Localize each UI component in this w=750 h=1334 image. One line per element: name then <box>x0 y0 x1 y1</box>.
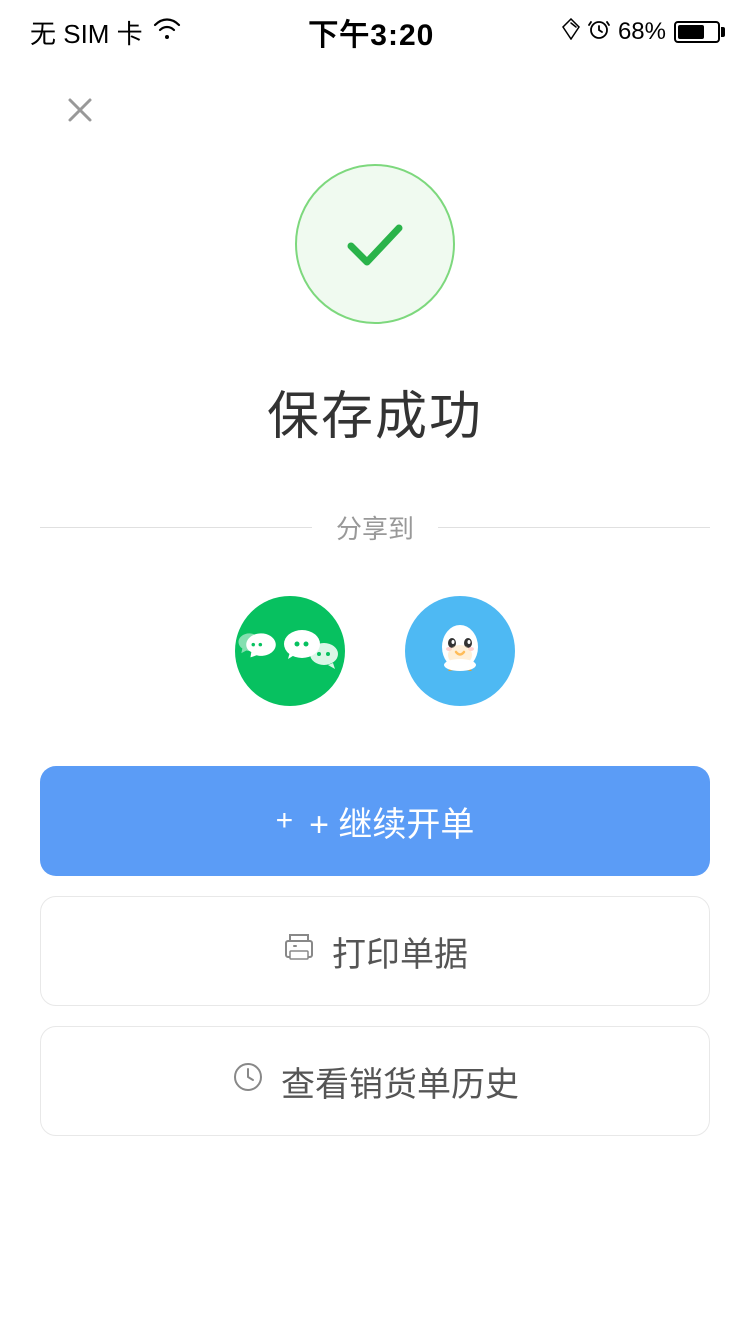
share-icons <box>40 596 710 706</box>
status-right: 68% <box>562 18 720 47</box>
wechat-share-button[interactable] <box>235 596 345 706</box>
status-left: 无 SIM 卡 <box>30 14 181 51</box>
printer-icon <box>282 931 316 971</box>
divider-left <box>40 527 312 528</box>
checkmark-icon <box>335 204 415 284</box>
divider-right <box>438 527 710 528</box>
battery-icon <box>674 21 720 43</box>
plus-icon: + <box>276 804 294 838</box>
main-content: 保存成功 分享到 <box>0 64 750 1176</box>
qq-icon <box>430 619 490 684</box>
success-circle <box>295 164 455 324</box>
share-label: 分享到 <box>312 509 438 546</box>
history-icon <box>231 1060 265 1102</box>
history-button[interactable]: 查看销货单历史 <box>40 1026 710 1136</box>
no-sim-text: 无 SIM 卡 <box>30 14 143 51</box>
history-label: 查看销货单历史 <box>281 1057 519 1106</box>
action-buttons: + + 继续开单 打印单据 查看销货单历 <box>40 766 710 1136</box>
status-bar: 无 SIM 卡 下午3:20 68% <box>0 0 750 64</box>
location-icon <box>562 18 580 47</box>
print-label: 打印单据 <box>332 927 468 976</box>
success-title: 保存成功 <box>267 374 483 449</box>
wifi-icon <box>153 18 181 47</box>
alarm-icon <box>588 18 610 47</box>
status-time: 下午3:20 <box>308 10 434 54</box>
print-button[interactable]: 打印单据 <box>40 896 710 1006</box>
battery-percentage: 68% <box>618 18 666 46</box>
close-icon <box>62 92 98 128</box>
share-section: 分享到 <box>40 509 710 706</box>
qq-share-button[interactable] <box>405 596 515 706</box>
continue-label: + 继续开单 <box>309 797 474 846</box>
close-button[interactable] <box>50 80 110 140</box>
continue-button[interactable]: + + 继续开单 <box>40 766 710 876</box>
share-divider: 分享到 <box>40 509 710 546</box>
